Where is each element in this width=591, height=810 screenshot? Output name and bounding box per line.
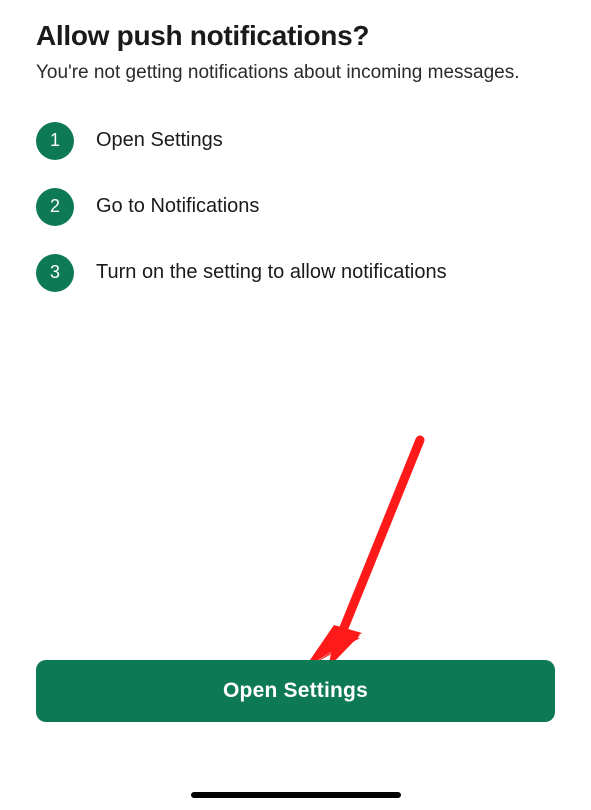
step-number-badge: 1 (36, 122, 74, 160)
step-text: Turn on the setting to allow notificatio… (96, 261, 447, 284)
step-number-badge: 3 (36, 254, 74, 292)
step-item: 3 Turn on the setting to allow notificat… (36, 254, 555, 292)
page-title: Allow push notifications? (36, 20, 555, 52)
step-number-badge: 2 (36, 188, 74, 226)
step-item: 2 Go to Notifications (36, 188, 555, 226)
step-text: Go to Notifications (96, 195, 259, 218)
home-indicator[interactable] (191, 792, 401, 798)
steps-list: 1 Open Settings 2 Go to Notifications 3 … (36, 122, 555, 292)
step-text: Open Settings (96, 129, 223, 152)
page-subtitle: You're not getting notifications about i… (36, 60, 555, 86)
annotation-arrow-icon (300, 430, 450, 680)
open-settings-button[interactable]: Open Settings (36, 660, 555, 722)
step-item: 1 Open Settings (36, 122, 555, 160)
